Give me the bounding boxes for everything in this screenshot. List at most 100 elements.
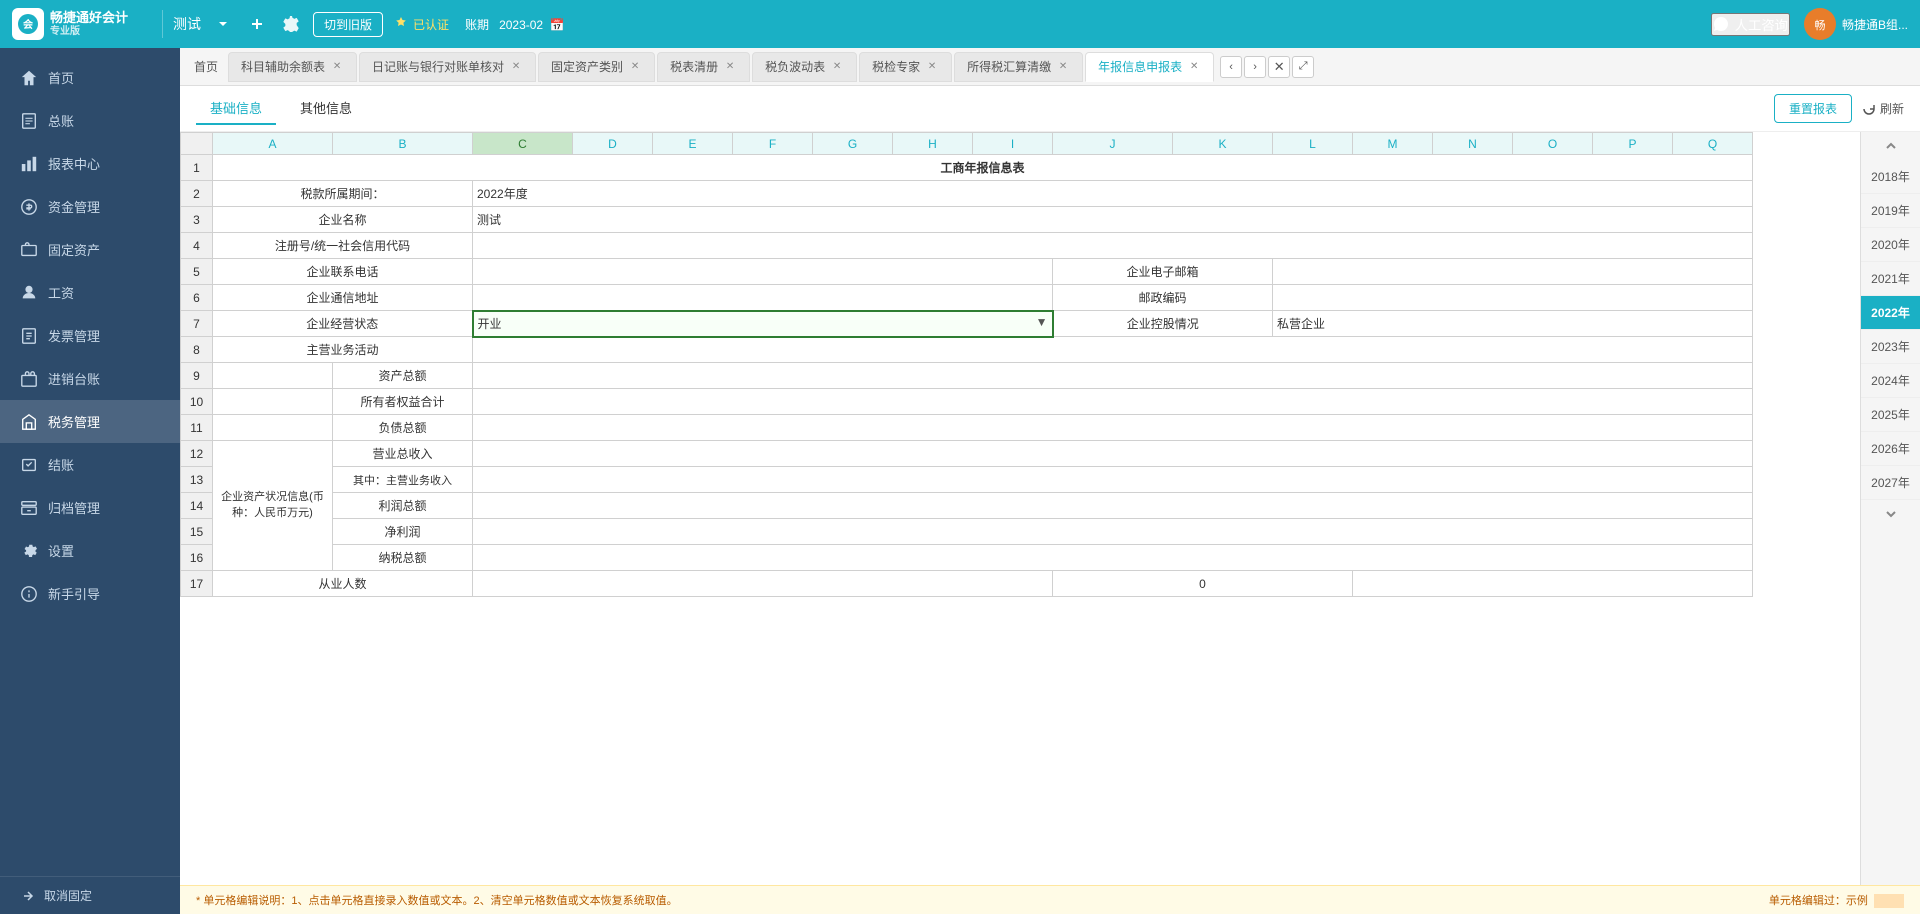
- tab-next-btn[interactable]: ›: [1244, 56, 1266, 78]
- col-header-G[interactable]: G: [813, 133, 893, 155]
- refresh-btn[interactable]: 刷新: [1862, 100, 1904, 117]
- sidebar-item-home[interactable]: 首页: [0, 56, 180, 99]
- year-item-2023[interactable]: 2023年: [1861, 330, 1920, 364]
- regcode-value-cell[interactable]: [473, 233, 1753, 259]
- sheet-title-cell[interactable]: 工商年报信息表: [213, 155, 1753, 181]
- col-header-I[interactable]: I: [973, 133, 1053, 155]
- col-header-H[interactable]: H: [893, 133, 973, 155]
- tab-prev-btn[interactable]: ‹: [1220, 56, 1242, 78]
- close-tab-tax-expert[interactable]: ✕: [925, 60, 939, 74]
- close-tab-annual-report[interactable]: ✕: [1187, 60, 1201, 74]
- col-header-P[interactable]: P: [1593, 133, 1673, 155]
- sidebar-item-ledger[interactable]: 总账: [0, 99, 180, 142]
- sidebar-item-invoice[interactable]: 发票管理: [0, 314, 180, 357]
- owner-equity-label-cell: 所有者权益合计: [333, 389, 473, 415]
- col-header-C[interactable]: C: [473, 133, 573, 155]
- dropdown-btn[interactable]: [211, 12, 235, 36]
- sidebar-item-assets[interactable]: 固定资产: [0, 228, 180, 271]
- email-value-cell[interactable]: [1273, 259, 1753, 285]
- employees-value-cell-right[interactable]: 0: [1053, 571, 1353, 597]
- tab-annual-report[interactable]: 年报信息申报表 ✕: [1085, 52, 1214, 82]
- sidebar-item-close[interactable]: 结账: [0, 443, 180, 486]
- switch-to-old-btn[interactable]: 切到旧版: [313, 12, 383, 37]
- postcode-value-cell[interactable]: [1273, 285, 1753, 311]
- sidebar-item-tax[interactable]: 税务管理: [0, 400, 180, 443]
- close-tab-income-tax[interactable]: ✕: [1056, 60, 1070, 74]
- sub-tab-basic[interactable]: 基础信息: [196, 92, 276, 125]
- period-value-cell[interactable]: 2022年度: [473, 181, 1753, 207]
- year-scroll-up-btn[interactable]: [1861, 132, 1920, 160]
- certified-badge: 已认证: [393, 16, 449, 33]
- year-item-2026[interactable]: 2026年: [1861, 432, 1920, 466]
- total-revenue-value-cell[interactable]: [473, 441, 1753, 467]
- close-tab-tax-wave[interactable]: ✕: [830, 60, 844, 74]
- add-btn[interactable]: [245, 12, 269, 36]
- address-value-cell[interactable]: [473, 285, 1053, 311]
- tab-tax-wave[interactable]: 税负波动表 ✕: [752, 52, 857, 82]
- close-tab-tax-form[interactable]: ✕: [723, 60, 737, 74]
- phone-value-cell[interactable]: [473, 259, 1053, 285]
- year-item-2027[interactable]: 2027年: [1861, 466, 1920, 500]
- total-profit-value-cell[interactable]: [473, 493, 1753, 519]
- sidebar-item-settings[interactable]: 设置: [0, 529, 180, 572]
- col-header-K[interactable]: K: [1173, 133, 1273, 155]
- sidebar-item-salary[interactable]: 工资: [0, 271, 180, 314]
- col-header-B[interactable]: B: [333, 133, 473, 155]
- tab-income-tax[interactable]: 所得税汇算清缴 ✕: [954, 52, 1083, 82]
- sidebar-item-guide[interactable]: 新手引导: [0, 572, 180, 615]
- sidebar-item-archive[interactable]: 归档管理: [0, 486, 180, 529]
- owner-equity-value-cell[interactable]: [473, 389, 1753, 415]
- col-header-L[interactable]: L: [1273, 133, 1353, 155]
- holding-value-cell[interactable]: 私营企业: [1273, 311, 1753, 337]
- tab-journal[interactable]: 日记账与银行对账单核对 ✕: [359, 52, 536, 82]
- reset-report-btn[interactable]: 重置报表: [1774, 94, 1852, 123]
- year-item-2022[interactable]: 2022年: [1861, 296, 1920, 330]
- year-item-2019[interactable]: 2019年: [1861, 194, 1920, 228]
- col-header-A[interactable]: A: [213, 133, 333, 155]
- col-header-O[interactable]: O: [1513, 133, 1593, 155]
- tab-close-all-btn[interactable]: ✕: [1268, 56, 1290, 78]
- user-avatar-btn[interactable]: 畅 畅捷通B组...: [1804, 8, 1908, 40]
- year-item-2024[interactable]: 2024年: [1861, 364, 1920, 398]
- tab-tax-form[interactable]: 税表清册 ✕: [657, 52, 750, 82]
- sub-tab-other[interactable]: 其他信息: [286, 92, 366, 125]
- close-tab-journal[interactable]: ✕: [509, 60, 523, 74]
- year-item-2025[interactable]: 2025年: [1861, 398, 1920, 432]
- col-header-F[interactable]: F: [733, 133, 813, 155]
- col-header-N[interactable]: N: [1433, 133, 1513, 155]
- net-profit-value-cell[interactable]: [473, 519, 1753, 545]
- year-item-2021[interactable]: 2021年: [1861, 262, 1920, 296]
- unpin-btn[interactable]: 取消固定: [0, 877, 180, 914]
- close-tab-aux[interactable]: ✕: [330, 60, 344, 74]
- total-assets-value-cell[interactable]: [473, 363, 1753, 389]
- close-tab-assets-type[interactable]: ✕: [628, 60, 642, 74]
- col-header-E[interactable]: E: [653, 133, 733, 155]
- year-item-2018[interactable]: 2018年: [1861, 160, 1920, 194]
- col-header-J[interactable]: J: [1053, 133, 1173, 155]
- col-header-M[interactable]: M: [1353, 133, 1433, 155]
- main-biz-value-cell[interactable]: [473, 337, 1753, 363]
- col-header-D[interactable]: D: [573, 133, 653, 155]
- employees-value-cell-left[interactable]: [473, 571, 1053, 597]
- settings-topbar-btn[interactable]: [279, 12, 303, 36]
- tab-expand-btn[interactable]: ⤢: [1292, 56, 1314, 78]
- tab-assets-type[interactable]: 固定资产类别 ✕: [538, 52, 655, 82]
- tab-tax-expert[interactable]: 税检专家 ✕: [859, 52, 952, 82]
- company-value-cell[interactable]: 测试: [473, 207, 1753, 233]
- tab-home[interactable]: 首页: [186, 58, 226, 75]
- total-tax-value-cell[interactable]: [473, 545, 1753, 571]
- sidebar-item-capital[interactable]: 资金管理: [0, 185, 180, 228]
- sidebar-item-inventory[interactable]: 进销台账: [0, 357, 180, 400]
- sidebar-item-report[interactable]: 报表中心: [0, 142, 180, 185]
- consult-btn[interactable]: 人工咨询: [1711, 13, 1790, 36]
- employees-rest[interactable]: [1353, 571, 1753, 597]
- liabilities-value-cell[interactable]: [473, 415, 1753, 441]
- net-profit-label-cell: 净利润: [333, 519, 473, 545]
- spreadsheet-main[interactable]: A B C D E F G H I J K L: [180, 132, 1860, 885]
- main-revenue-value-cell[interactable]: [473, 467, 1753, 493]
- year-scroll-down-btn[interactable]: [1861, 500, 1920, 528]
- biz-status-value-cell[interactable]: 开业 ▼: [473, 311, 1053, 337]
- tab-aux[interactable]: 科目辅助余额表 ✕: [228, 52, 357, 82]
- year-item-2020[interactable]: 2020年: [1861, 228, 1920, 262]
- col-header-Q[interactable]: Q: [1673, 133, 1753, 155]
